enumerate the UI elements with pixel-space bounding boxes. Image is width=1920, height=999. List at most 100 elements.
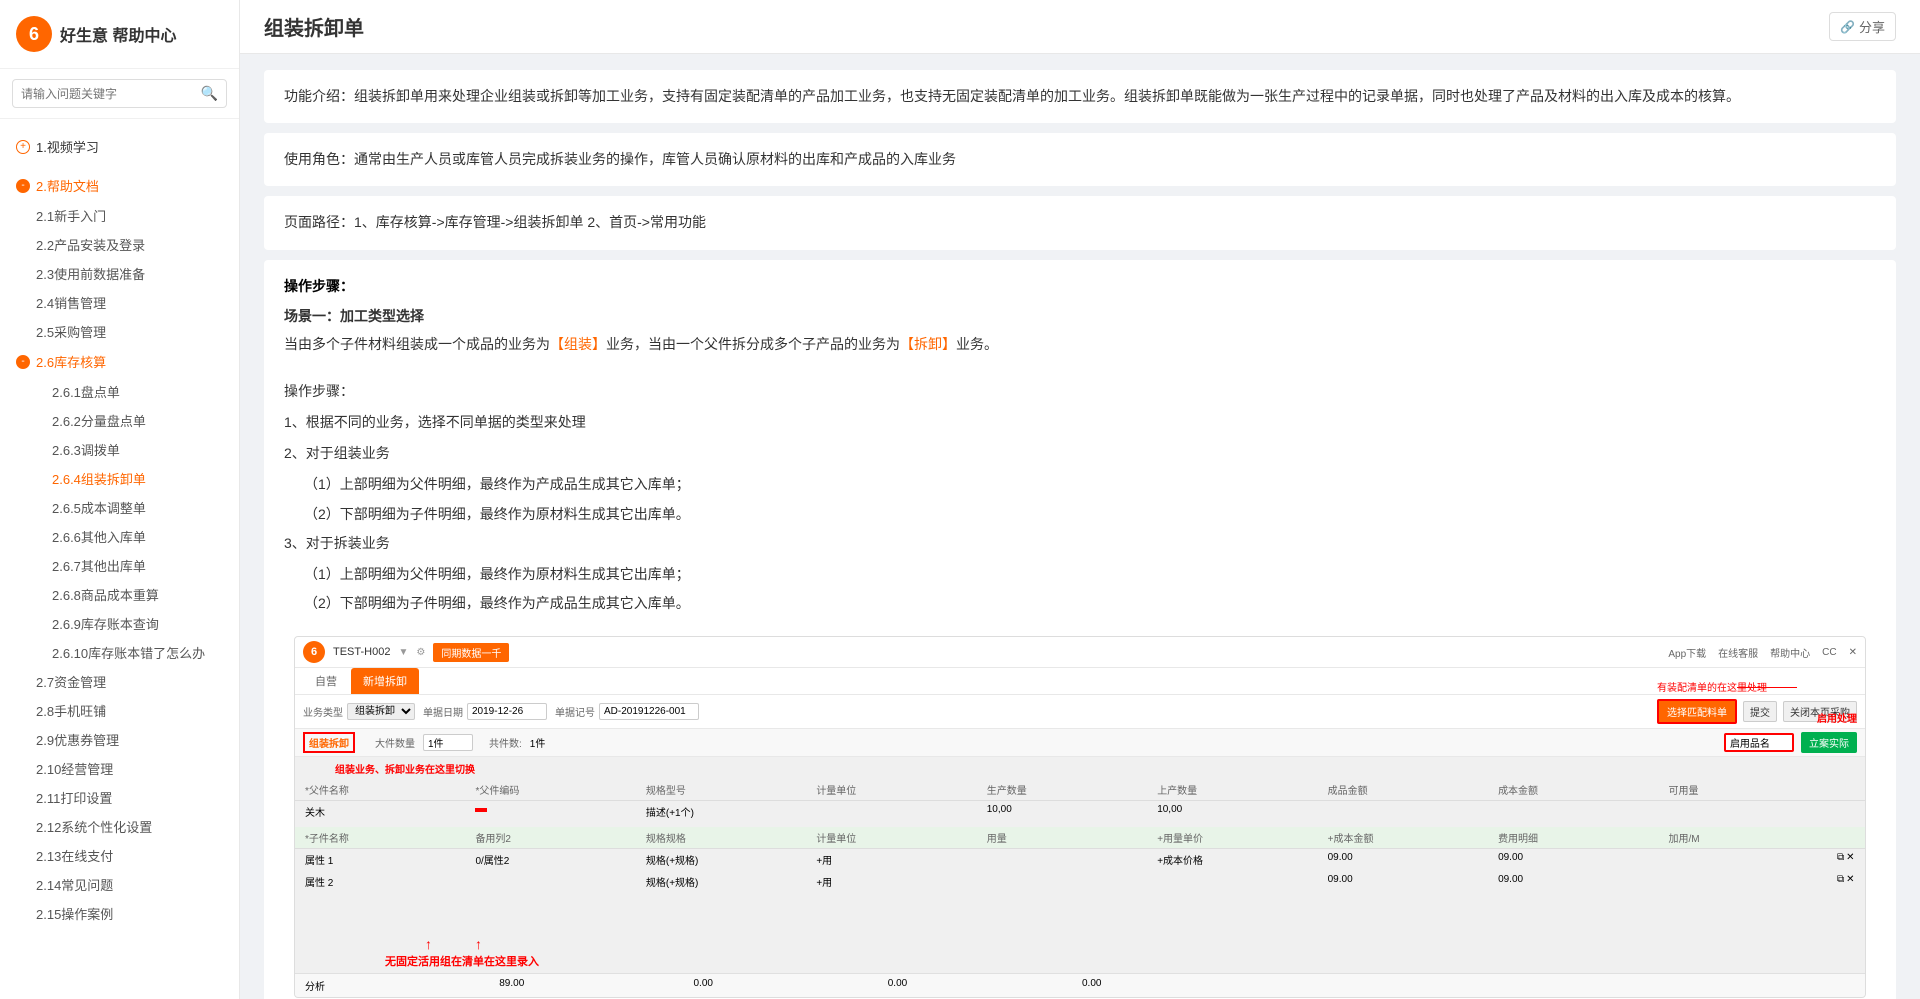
- sidebar-item-partial-stocktake[interactable]: 2.6.2分量盘点单: [0, 406, 239, 435]
- mock-total-6: [1469, 978, 1663, 993]
- mock-total-4: 0.00: [1080, 978, 1274, 993]
- mock-label-date: 单据日期: [423, 704, 463, 719]
- screenshot-mock: 6 TEST-H002 ▼ ⚙ 同期数据一千 App下载 在线客服 帮助中心: [294, 636, 1866, 998]
- sidebar-item-label: 1.视频学习: [36, 137, 99, 156]
- sidebar-item-other-out[interactable]: 2.6.7其他出库单: [0, 551, 239, 580]
- mock-delete-icon2[interactable]: ✕: [1846, 874, 1854, 889]
- search-input[interactable]: [21, 87, 201, 101]
- mock-online-service: 在线客服: [1718, 645, 1758, 660]
- mock-t2-r1-unit: +用: [814, 852, 984, 867]
- mock-btn-confirm[interactable]: 立案实际: [1801, 732, 1857, 753]
- mock-btn-bom[interactable]: 选择匹配料单: [1657, 699, 1737, 724]
- mock-t2-r2-spec: 规格(+规格): [644, 874, 814, 889]
- sidebar-item-system[interactable]: 2.12系统个性化设置: [0, 812, 239, 841]
- mock-input-date[interactable]: [467, 703, 547, 720]
- mock-t2-r2-fee: 09.00: [1496, 874, 1666, 889]
- mock-field-type: 业务类型 组装拆卸: [303, 703, 415, 720]
- step3-text: 3、对于拆装业务: [284, 531, 1876, 556]
- sidebar-item-print[interactable]: 2.11打印设置: [0, 783, 239, 812]
- sidebar-item-inventory-book[interactable]: 2.6.9库存账本查询: [0, 609, 239, 638]
- mock-total-label-cell: 分析: [303, 978, 497, 993]
- intro-text: 功能介绍：组装拆卸单用来处理企业组装或拆卸等加工业务，支持有固定装配清单的产品加…: [284, 84, 1876, 109]
- mock-cell-spec: 描述(+1个): [644, 804, 814, 819]
- annotation-no-bom: 无固定活用组在清单在这里录入: [385, 953, 539, 969]
- step2-text: 2、对于组装业务: [284, 441, 1876, 466]
- sidebar-item-cost-adj[interactable]: 2.6.5成本调整单: [0, 493, 239, 522]
- mock-label-no: 单据记号: [555, 704, 595, 719]
- sidebar-item-cost-recalc[interactable]: 2.6.8商品成本重算: [0, 580, 239, 609]
- mock-input-enable[interactable]: [1724, 733, 1794, 752]
- mock-input-no[interactable]: [599, 703, 699, 720]
- share-icon: 🔗: [1840, 20, 1855, 34]
- mock-col-h-actual-qty: 上产数量: [1155, 782, 1325, 797]
- sidebar-item-cases[interactable]: 2.15操作案例: [0, 899, 239, 928]
- mock-btn-submit[interactable]: 提交: [1743, 701, 1777, 722]
- keyword-assembly: 【组装】: [550, 336, 606, 352]
- logo-icon: 6: [16, 16, 52, 52]
- sidebar-item-stocktake[interactable]: 2.6.1盘点单: [0, 377, 239, 406]
- mock-total-7: [1663, 978, 1857, 993]
- sidebar-item-inventory[interactable]: - 2.6库存核算: [0, 346, 239, 377]
- arrow-up-left: ↑: [425, 936, 432, 952]
- sidebar-item-video[interactable]: + 1.视频学习: [0, 131, 239, 162]
- sidebar-item-help[interactable]: - 2.帮助文档: [0, 170, 239, 201]
- sidebar-item-mobile[interactable]: 2.8手机旺铺: [0, 696, 239, 725]
- mock-t2-r2-usage: [985, 874, 1155, 889]
- mock-tab-self[interactable]: 自营: [303, 668, 349, 694]
- mock-col-h-avail: 可用量: [1667, 782, 1837, 797]
- mock-biz-type-selector[interactable]: 组装拆卸: [303, 732, 355, 753]
- sidebar-item-data-prep[interactable]: 2.3使用前数据准备: [0, 259, 239, 288]
- sidebar-item-transfer[interactable]: 2.6.3调拨单: [0, 435, 239, 464]
- mock-col-h-prod-qty: 生产数量: [985, 782, 1155, 797]
- mock-col-h-action: [1837, 782, 1857, 797]
- sidebar-item-inventory-label: 2.6库存核算: [36, 352, 106, 371]
- mock-col2-h-unit: 计量单位: [814, 830, 984, 845]
- mock-input-qty[interactable]: [423, 734, 473, 751]
- search-icon[interactable]: 🔍: [201, 85, 218, 102]
- sidebar-item-sales[interactable]: 2.4销售管理: [0, 288, 239, 317]
- sidebar-item-inventory-fix[interactable]: 2.6.10库存账本错了怎么办: [0, 638, 239, 667]
- mock-copy-icon[interactable]: ⧉: [1837, 852, 1844, 867]
- intro-block: 功能介绍：组装拆卸单用来处理企业组装或拆卸等加工业务，支持有固定装配清单的产品加…: [264, 70, 1896, 123]
- step2-2-text: （2）下部明细为子件明细，最终作为原材料生成其它出库单。: [284, 502, 1876, 527]
- mock-t2-r1-action: ⧉ ✕: [1837, 852, 1857, 867]
- mock-total-1: 89.00: [497, 978, 691, 993]
- sidebar-item-finance[interactable]: 2.7资金管理: [0, 667, 239, 696]
- main-content: 组装拆卸单 🔗 分享 功能介绍：组装拆卸单用来处理企业组装或拆卸等加工业务，支持…: [240, 0, 1920, 999]
- mock-t2-r2-col2: [473, 874, 643, 889]
- sidebar-item-assembly[interactable]: 2.6.4组装拆卸单: [0, 464, 239, 493]
- sidebar-item-faq[interactable]: 2.14常见问题: [0, 870, 239, 899]
- mock-t2-r2-extra: [1667, 874, 1837, 889]
- mock-col2-h-price: +用量单价: [1155, 830, 1325, 845]
- mock-field-date: 单据日期: [423, 703, 547, 720]
- mock-label-type: 业务类型: [303, 704, 343, 719]
- mock-cell-code-input[interactable]: [475, 808, 487, 812]
- sidebar-item-payment[interactable]: 2.13在线支付: [0, 841, 239, 870]
- mock-cell-cost: [1496, 804, 1666, 819]
- sidebar-item-coupon[interactable]: 2.9优惠券管理: [0, 725, 239, 754]
- search-box[interactable]: 🔍: [12, 79, 227, 108]
- sidebar-item-label: 2.帮助文档: [36, 176, 99, 195]
- mock-tab-new[interactable]: 新增拆卸: [351, 668, 419, 694]
- mock-delete-icon[interactable]: ✕: [1846, 852, 1854, 867]
- sidebar-item-other-in[interactable]: 2.6.6其他入库单: [0, 522, 239, 551]
- sidebar-item-purchase[interactable]: 2.5采购管理: [0, 317, 239, 346]
- sidebar-item-ops[interactable]: 2.10经营管理: [0, 754, 239, 783]
- mock-t2-r2-price: [1155, 874, 1325, 889]
- mock-sync-btn[interactable]: 同期数据一千: [433, 643, 509, 662]
- mock-close-icon[interactable]: ✕: [1849, 647, 1857, 658]
- mock-col2-h-action: [1837, 830, 1857, 845]
- sidebar-item-newcomer[interactable]: 2.1新手入门: [0, 201, 239, 230]
- mock-cell-name: 关木: [303, 804, 473, 819]
- mock-t2-r1-usage: [985, 852, 1155, 867]
- mock-total-5: [1274, 978, 1468, 993]
- annotation-switch: 组装业务、拆卸业务在这里切换: [335, 761, 475, 776]
- sidebar-item-install[interactable]: 2.2产品安装及登录: [0, 230, 239, 259]
- share-button[interactable]: 🔗 分享: [1829, 12, 1896, 41]
- mock-copy-icon2[interactable]: ⧉: [1837, 874, 1844, 889]
- mock-total-label: 共件数:: [489, 735, 522, 750]
- mock-cell-code: [473, 804, 643, 819]
- mock-table2-header: *子件名称 备用列2 规格规格 计量单位 用量 +用量单价 +成本金额 费用明细…: [295, 827, 1865, 849]
- mock-app-id: TEST-H002: [333, 646, 390, 658]
- mock-select-type[interactable]: 组装拆卸: [347, 703, 415, 720]
